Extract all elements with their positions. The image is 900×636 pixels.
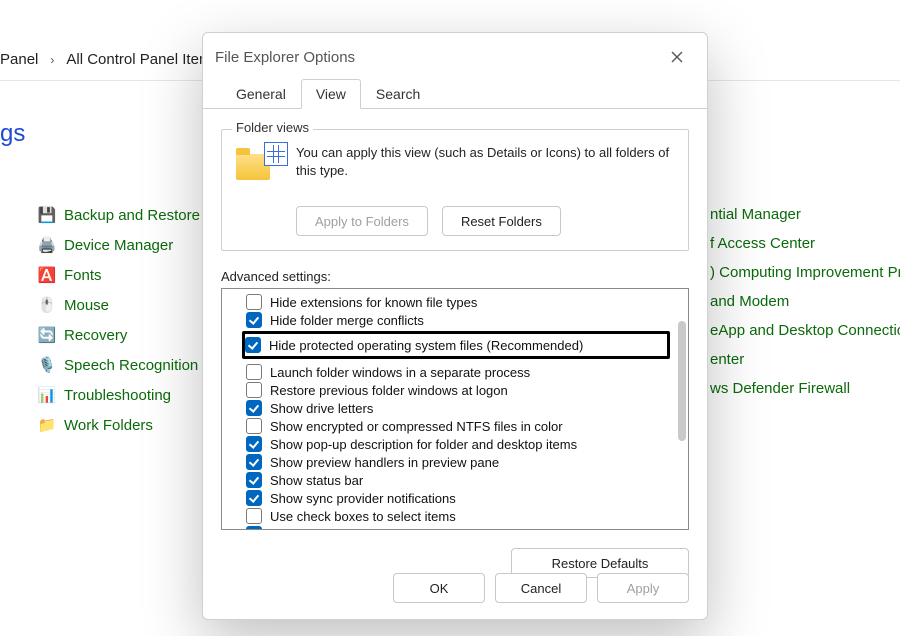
item-work-folders[interactable]: 📁Work Folders [38, 416, 200, 434]
setting-label: Show preview handlers in preview pane [270, 455, 499, 470]
item-recovery[interactable]: 🔄Recovery [38, 326, 200, 344]
checkbox[interactable] [246, 526, 262, 530]
scrollbar-thumb[interactable] [678, 321, 686, 441]
setting-row[interactable]: Restore previous folder windows at logon [246, 381, 670, 399]
item-speech[interactable]: 🎙️Speech Recognition [38, 356, 200, 374]
troubleshoot-icon: 📊 [38, 386, 56, 404]
setting-row[interactable]: Hide protected operating system files (R… [245, 336, 667, 354]
folder-views-icon [234, 144, 282, 192]
folder-views-text: You can apply this view (such as Details… [296, 144, 676, 179]
setting-row[interactable]: Show status bar [246, 471, 670, 489]
folder-views-group: Folder views You can apply this view (su… [221, 129, 689, 251]
setting-label: Show status bar [270, 473, 363, 488]
backup-icon: 💾 [38, 206, 56, 224]
recovery-icon: 🔄 [38, 326, 56, 344]
mic-icon: 🎙️ [38, 356, 56, 374]
chevron-right-icon: › [50, 53, 54, 67]
dialog-tabs: General View Search [203, 78, 707, 108]
setting-row[interactable]: Hide folder merge conflicts [246, 311, 670, 329]
setting-label: Show encrypted or compressed NTFS files … [270, 419, 563, 434]
setting-label: Hide extensions for known file types [270, 295, 477, 310]
close-button[interactable] [661, 45, 693, 69]
item-right-0[interactable]: ntial Manager [710, 206, 900, 223]
setting-row[interactable]: Use check boxes to select items [246, 507, 670, 525]
setting-row[interactable]: Show encrypted or compressed NTFS files … [246, 417, 670, 435]
control-panel-right-column: ntial Manager f Access Center ) Computin… [710, 206, 900, 397]
checkbox[interactable] [246, 364, 262, 380]
setting-label: Show drive letters [270, 401, 373, 416]
item-right-3[interactable]: and Modem [710, 293, 900, 310]
setting-row[interactable]: Show drive letters [246, 399, 670, 417]
mouse-icon: 🖱️ [38, 296, 56, 314]
setting-row[interactable]: Show sync provider notifications [246, 489, 670, 507]
reset-folders-button[interactable]: Reset Folders [442, 206, 561, 236]
checkbox[interactable] [246, 382, 262, 398]
tab-general[interactable]: General [221, 79, 301, 109]
item-fonts[interactable]: 🅰️Fonts [38, 266, 200, 284]
advanced-settings-list[interactable]: Hide extensions for known file types Hide… [221, 288, 689, 530]
item-mouse[interactable]: 🖱️Mouse [38, 296, 200, 314]
setting-label: Use Sharing Wizard (Recommended) [270, 527, 486, 531]
setting-row[interactable]: Use Sharing Wizard (Recommended) [246, 525, 670, 530]
control-panel-left-column: 💾Backup and Restore 🖨️Device Manager 🅰️F… [38, 206, 200, 434]
tab-view[interactable]: View [301, 79, 361, 109]
printer-icon: 🖨️ [38, 236, 56, 254]
folder-icon: 📁 [38, 416, 56, 434]
dialog-action-row: OK Cancel Apply [393, 573, 689, 603]
checkbox[interactable] [246, 400, 262, 416]
folder-views-legend: Folder views [232, 120, 313, 135]
item-troubleshooting[interactable]: 📊Troubleshooting [38, 386, 200, 404]
grid-icon [264, 142, 288, 166]
checkbox[interactable] [246, 508, 262, 524]
item-right-6[interactable]: ws Defender Firewall [710, 380, 900, 397]
setting-label: Hide protected operating system files (R… [269, 338, 583, 353]
breadcrumb-all-items[interactable]: All Control Panel Item [66, 51, 211, 68]
tab-view-body: Folder views You can apply this view (su… [203, 108, 707, 578]
checkbox[interactable] [245, 337, 261, 353]
tab-search[interactable]: Search [361, 79, 435, 109]
file-explorer-options-dialog: File Explorer Options General View Searc… [202, 32, 708, 620]
setting-label: Show sync provider notifications [270, 491, 456, 506]
dialog-titlebar[interactable]: File Explorer Options [203, 33, 707, 75]
cancel-button[interactable]: Cancel [495, 573, 587, 603]
dialog-title: File Explorer Options [215, 49, 355, 66]
highlighted-setting: Hide protected operating system files (R… [242, 331, 670, 359]
checkbox[interactable] [246, 472, 262, 488]
scrollbar[interactable] [678, 293, 686, 525]
apply-button[interactable]: Apply [597, 573, 689, 603]
breadcrumb-panel[interactable]: Panel [0, 51, 38, 68]
checkbox[interactable] [246, 436, 262, 452]
setting-label: Show pop-up description for folder and d… [270, 437, 577, 452]
item-right-5[interactable]: enter [710, 351, 900, 368]
advanced-settings-label: Advanced settings: [221, 269, 689, 284]
breadcrumb: Panel › All Control Panel Item [0, 51, 211, 68]
item-right-2[interactable]: ) Computing Improvement Pr [710, 264, 900, 281]
page-title-fragment: gs [0, 120, 25, 148]
item-right-1[interactable]: f Access Center [710, 235, 900, 252]
setting-label: Launch folder windows in a separate proc… [270, 365, 530, 380]
setting-row[interactable]: Show pop-up description for folder and d… [246, 435, 670, 453]
close-icon [671, 51, 683, 63]
setting-label: Restore previous folder windows at logon [270, 383, 508, 398]
item-right-4[interactable]: eApp and Desktop Connectio [710, 322, 900, 339]
setting-row[interactable]: Show preview handlers in preview pane [246, 453, 670, 471]
setting-row[interactable]: Launch folder windows in a separate proc… [246, 363, 670, 381]
item-backup-restore[interactable]: 💾Backup and Restore [38, 206, 200, 224]
setting-row[interactable]: Hide extensions for known file types [246, 293, 670, 311]
checkbox[interactable] [246, 490, 262, 506]
checkbox[interactable] [246, 294, 262, 310]
setting-label: Use check boxes to select items [270, 509, 456, 524]
checkbox[interactable] [246, 418, 262, 434]
fonts-icon: 🅰️ [38, 266, 56, 284]
checkbox[interactable] [246, 312, 262, 328]
item-device-manager[interactable]: 🖨️Device Manager [38, 236, 200, 254]
ok-button[interactable]: OK [393, 573, 485, 603]
checkbox[interactable] [246, 454, 262, 470]
apply-to-folders-button[interactable]: Apply to Folders [296, 206, 428, 236]
setting-label: Hide folder merge conflicts [270, 313, 424, 328]
